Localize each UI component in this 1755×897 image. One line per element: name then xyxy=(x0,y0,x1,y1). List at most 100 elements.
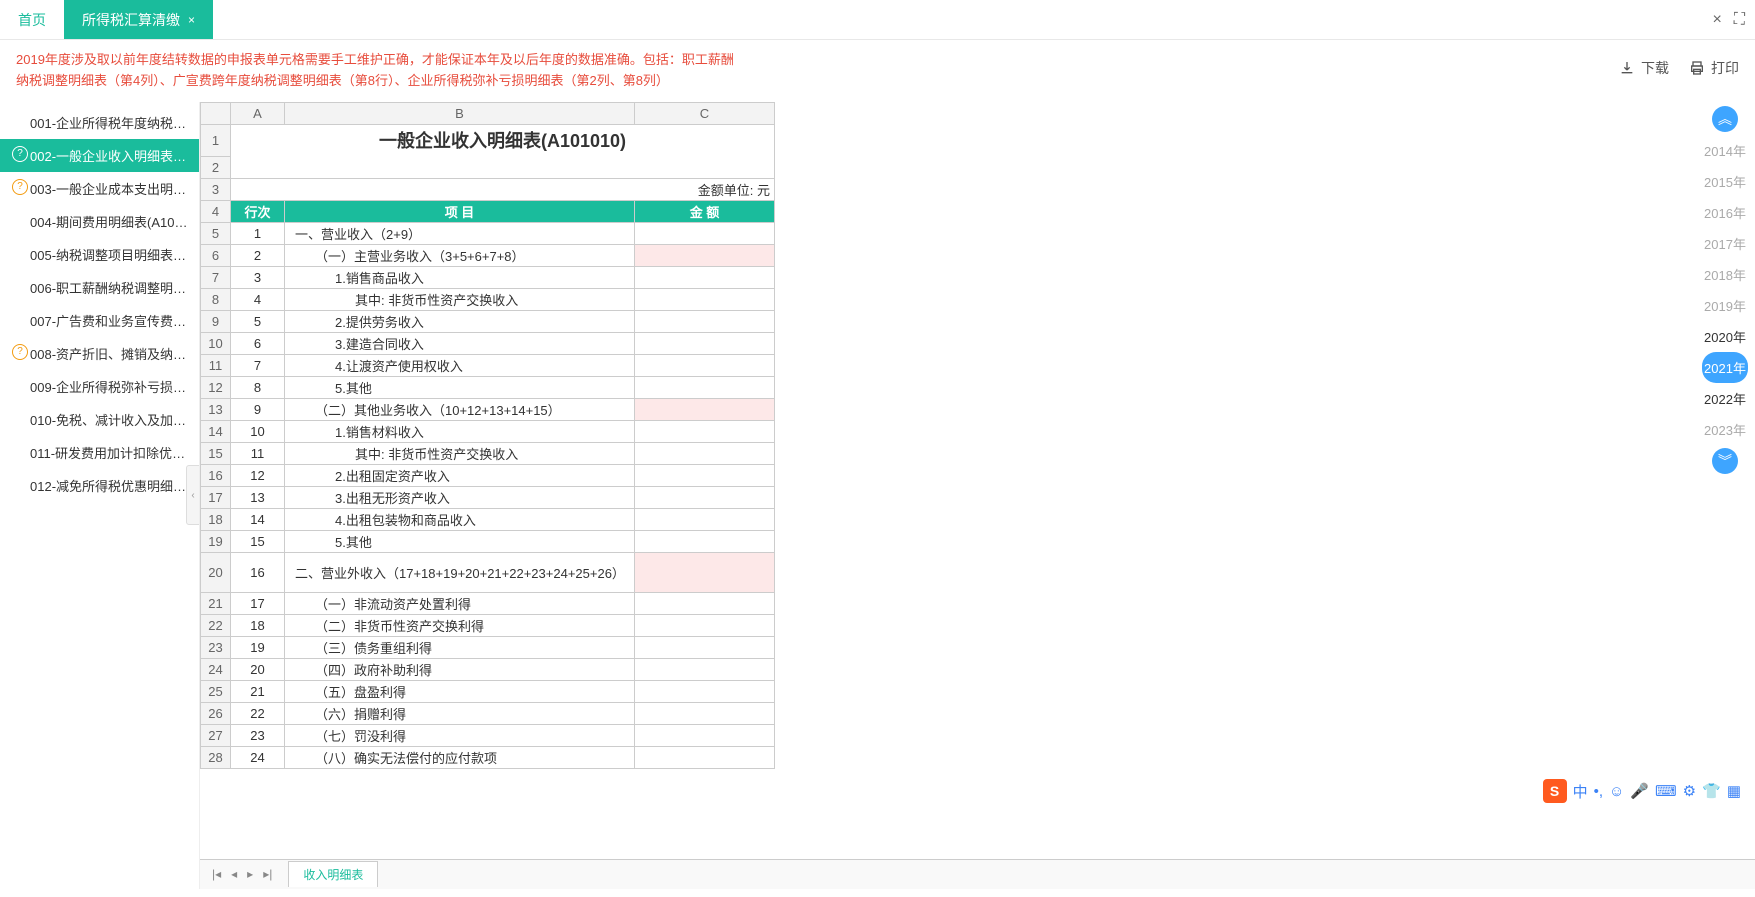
row-header[interactable]: 14 xyxy=(201,420,231,442)
cell-rownum[interactable]: 4 xyxy=(231,288,285,310)
cell-item[interactable]: （五）盘盈利得 xyxy=(285,680,635,702)
cell-rownum[interactable]: 6 xyxy=(231,332,285,354)
row-header[interactable]: 15 xyxy=(201,442,231,464)
cell-rownum[interactable]: 16 xyxy=(231,552,285,592)
cell-rownum[interactable]: 3 xyxy=(231,266,285,288)
year-2016年[interactable]: 2016年 xyxy=(1702,197,1748,228)
tab-home[interactable]: 首页 xyxy=(0,0,64,39)
tree-item-005[interactable]: 005-纳税调整项目明细表(A1... xyxy=(0,238,199,271)
year-2018年[interactable]: 2018年 xyxy=(1702,259,1748,290)
row-header[interactable]: 6 xyxy=(201,244,231,266)
tree-item-008[interactable]: 008-资产折旧、摊销及纳税... xyxy=(0,337,199,370)
col-header-a[interactable]: A xyxy=(231,102,285,124)
row-header[interactable]: 23 xyxy=(201,636,231,658)
ime-emoji-icon[interactable]: ☺ xyxy=(1609,783,1624,800)
cell-item[interactable]: （二）其他业务收入（10+12+13+14+15） xyxy=(285,398,635,420)
row-header[interactable]: 2 xyxy=(201,156,231,178)
download-button[interactable]: 下载 xyxy=(1619,58,1669,78)
cell-amount[interactable] xyxy=(635,592,775,614)
cell-item[interactable]: 5.其他 xyxy=(285,376,635,398)
cell-item[interactable]: （三）债务重组利得 xyxy=(285,636,635,658)
cell-rownum[interactable]: 1 xyxy=(231,222,285,244)
cell-rownum[interactable]: 14 xyxy=(231,508,285,530)
tree-item-012[interactable]: 012-减免所得税优惠明细表(... xyxy=(0,469,199,502)
sheet-nav-prev-icon[interactable]: ◂ xyxy=(227,867,241,881)
select-all-corner[interactable] xyxy=(201,102,231,124)
row-header[interactable]: 5 xyxy=(201,222,231,244)
cell-item[interactable]: （一）主营业务收入（3+5+6+7+8） xyxy=(285,244,635,266)
cell-item[interactable]: （七）罚没利得 xyxy=(285,724,635,746)
cell-rownum[interactable]: 11 xyxy=(231,442,285,464)
cell-amount[interactable] xyxy=(635,658,775,680)
row-header[interactable]: 24 xyxy=(201,658,231,680)
row-header[interactable]: 4 xyxy=(201,200,231,222)
cell-amount[interactable] xyxy=(635,636,775,658)
cell-amount[interactable] xyxy=(635,398,775,420)
cell-rownum[interactable]: 12 xyxy=(231,464,285,486)
sheet-nav-last-icon[interactable]: ▸| xyxy=(259,867,276,881)
sheet-nav-next-icon[interactable]: ▸ xyxy=(243,867,257,881)
cell-rownum[interactable]: 7 xyxy=(231,354,285,376)
tree-item-001[interactable]: 001-企业所得税年度纳税申... xyxy=(0,106,199,139)
row-header[interactable]: 10 xyxy=(201,332,231,354)
row-header[interactable]: 1 xyxy=(201,124,231,156)
row-header[interactable]: 11 xyxy=(201,354,231,376)
cell-item[interactable]: （六）捐赠利得 xyxy=(285,702,635,724)
cell-amount[interactable] xyxy=(635,464,775,486)
cell-item[interactable]: 一、营业收入（2+9） xyxy=(285,222,635,244)
sogou-ime-icon[interactable]: S xyxy=(1543,779,1567,803)
cell-item[interactable]: （四）政府补助利得 xyxy=(285,658,635,680)
cell-amount[interactable] xyxy=(635,552,775,592)
row-header[interactable]: 21 xyxy=(201,592,231,614)
tree-item-009[interactable]: 009-企业所得税弥补亏损明... xyxy=(0,370,199,403)
year-2022年[interactable]: 2022年 xyxy=(1702,383,1748,414)
ime-keyboard-icon[interactable]: ⌨ xyxy=(1655,782,1677,800)
window-close-icon[interactable]: × xyxy=(1712,11,1721,29)
year-2021年[interactable]: 2021年 xyxy=(1702,352,1748,383)
row-header[interactable]: 28 xyxy=(201,746,231,768)
tree-item-007[interactable]: 007-广告费和业务宣传费跨... xyxy=(0,304,199,337)
print-button[interactable]: 打印 xyxy=(1689,58,1739,78)
row-header[interactable]: 20 xyxy=(201,552,231,592)
cell-item[interactable]: 其中: 非货币性资产交换收入 xyxy=(285,442,635,464)
cell-amount[interactable] xyxy=(635,746,775,768)
fullscreen-icon[interactable]: ⛶ xyxy=(1734,11,1745,29)
cell-rownum[interactable]: 24 xyxy=(231,746,285,768)
cell-rownum[interactable]: 9 xyxy=(231,398,285,420)
cell-item[interactable]: （一）非流动资产处置利得 xyxy=(285,592,635,614)
row-header[interactable]: 9 xyxy=(201,310,231,332)
tree-item-011[interactable]: 011-研发费用加计扣除优惠... xyxy=(0,436,199,469)
row-header[interactable]: 26 xyxy=(201,702,231,724)
sheet-nav-first-icon[interactable]: |◂ xyxy=(208,867,225,881)
sheet-tab-income[interactable]: 收入明细表 xyxy=(288,861,378,887)
cell-rownum[interactable]: 15 xyxy=(231,530,285,552)
ime-lang-icon[interactable]: 中 xyxy=(1573,781,1588,802)
ime-punct-icon[interactable]: •, xyxy=(1594,783,1603,800)
tree-item-010[interactable]: 010-免税、减计收入及加计... xyxy=(0,403,199,436)
cell-rownum[interactable]: 2 xyxy=(231,244,285,266)
cell-item[interactable]: 二、营业外收入（17+18+19+20+21+22+23+24+25+26） xyxy=(285,552,635,592)
cell-rownum[interactable]: 13 xyxy=(231,486,285,508)
cell-item[interactable]: 5.其他 xyxy=(285,530,635,552)
tree-item-003[interactable]: 003-一般企业成本支出明细... xyxy=(0,172,199,205)
cell-item[interactable]: 2.提供劳务收入 xyxy=(285,310,635,332)
tab-tax-settlement[interactable]: 所得税汇算清缴 × xyxy=(64,0,213,39)
cell-amount[interactable] xyxy=(635,288,775,310)
year-2015年[interactable]: 2015年 xyxy=(1702,166,1748,197)
cell-item[interactable]: 其中: 非货币性资产交换收入 xyxy=(285,288,635,310)
cell-item[interactable]: 4.出租包装物和商品收入 xyxy=(285,508,635,530)
row-header[interactable]: 27 xyxy=(201,724,231,746)
col-header-b[interactable]: B xyxy=(285,102,635,124)
cell-amount[interactable] xyxy=(635,702,775,724)
cell-amount[interactable] xyxy=(635,244,775,266)
scroll-down-icon[interactable]: ︾ xyxy=(1712,448,1738,474)
cell-amount[interactable] xyxy=(635,724,775,746)
year-2019年[interactable]: 2019年 xyxy=(1702,290,1748,321)
row-header[interactable]: 22 xyxy=(201,614,231,636)
row-header[interactable]: 18 xyxy=(201,508,231,530)
horizontal-scrollbar[interactable] xyxy=(1155,866,1755,882)
cell-item[interactable]: （二）非货币性资产交换利得 xyxy=(285,614,635,636)
cell-rownum[interactable]: 8 xyxy=(231,376,285,398)
ime-skin-icon[interactable]: 👕 xyxy=(1702,782,1721,800)
cell-amount[interactable] xyxy=(635,354,775,376)
